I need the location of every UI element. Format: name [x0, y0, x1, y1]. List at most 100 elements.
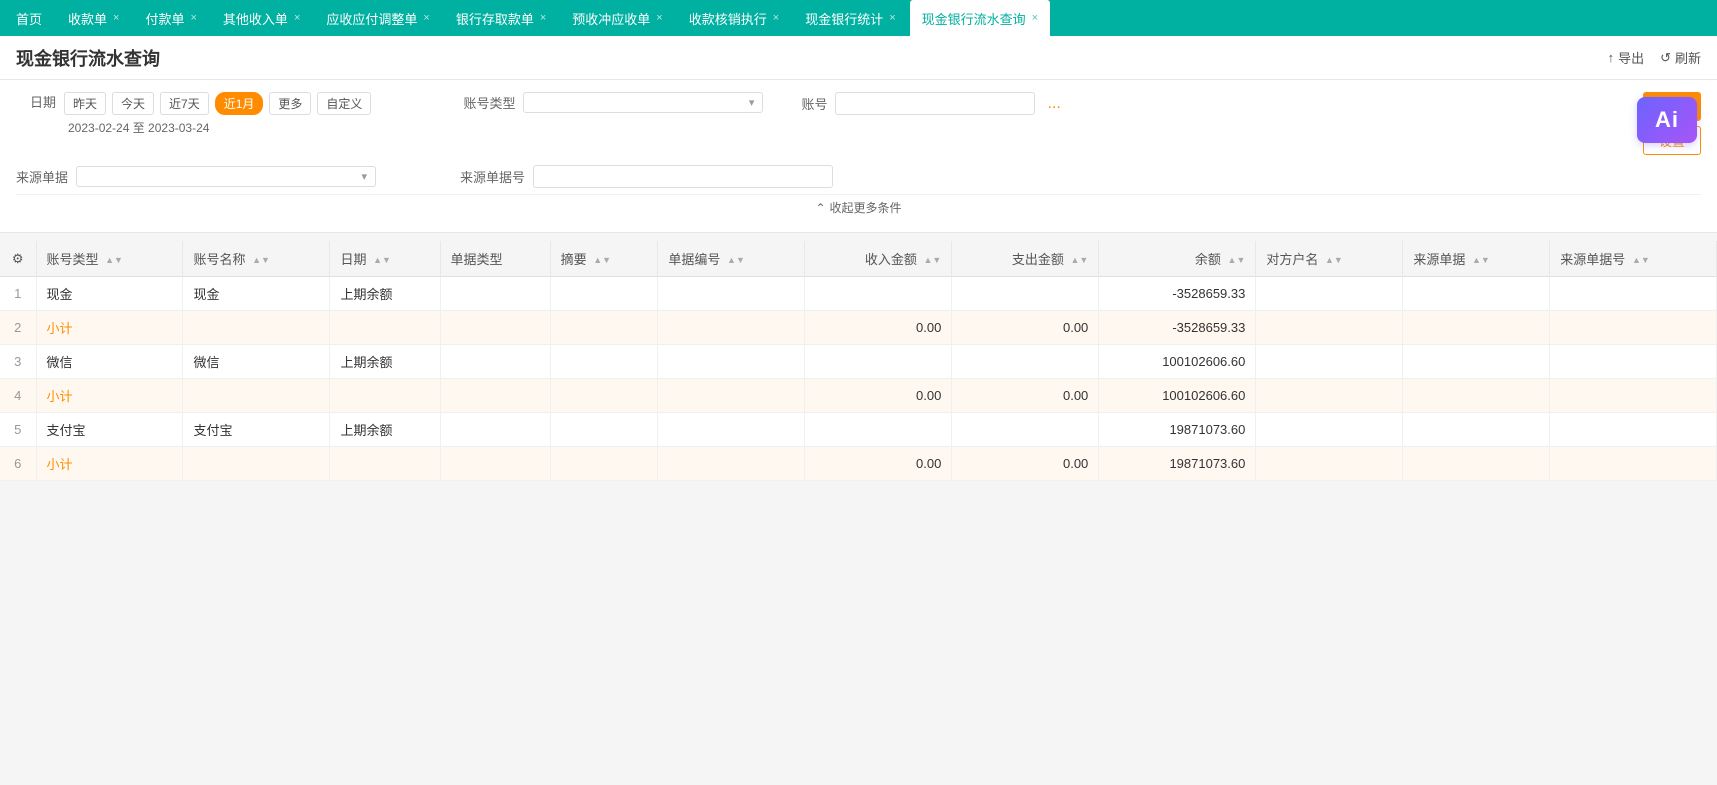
cell-source-doc-no — [1550, 345, 1717, 379]
source-doc-select[interactable]: ▾ — [76, 166, 376, 187]
cell-account-name: 微信 — [183, 345, 330, 379]
collapse-button[interactable]: ⌃ 收起更多条件 — [16, 194, 1701, 220]
date-label: 日期 — [16, 92, 56, 111]
cell-date: 上期余额 — [330, 277, 440, 311]
col-expense[interactable]: 支出金额 ▲▼ — [952, 241, 1099, 277]
cell-balance: 19871073.60 — [1099, 413, 1256, 447]
row-number: 6 — [0, 447, 36, 481]
col-account-type[interactable]: 账号类型 ▲▼ — [36, 241, 183, 277]
sort-icon: ▲▼ — [1325, 256, 1343, 265]
account-label: 账号 — [787, 94, 827, 113]
close-icon[interactable]: × — [1032, 12, 1038, 24]
cell-expense — [952, 345, 1099, 379]
date-btn-custom[interactable]: 自定义 — [317, 92, 371, 115]
date-btn-yesterday[interactable]: 昨天 — [64, 92, 106, 115]
nav-tab-8[interactable]: 现金银行流水查询 × — [910, 0, 1050, 36]
close-icon[interactable]: × — [656, 12, 662, 24]
close-icon[interactable]: × — [113, 12, 119, 24]
nav-tab-7[interactable]: 现金银行统计 × — [793, 0, 907, 36]
cell-summary — [550, 345, 658, 379]
cell-source-doc-no — [1550, 413, 1717, 447]
table-row: 5支付宝支付宝上期余额19871073.60 — [0, 413, 1717, 447]
nav-tab-5[interactable]: 预收冲应收单 × — [560, 0, 674, 36]
cell-summary — [550, 311, 658, 345]
close-icon[interactable]: × — [540, 12, 546, 24]
cell-doc-type — [440, 277, 550, 311]
cell-counterpart — [1256, 311, 1403, 345]
source-doc-no-label: 来源单据号 — [460, 167, 525, 186]
col-source-doc-no[interactable]: 来源单据号 ▲▼ — [1550, 241, 1717, 277]
account-type-select[interactable]: ▾ — [523, 92, 763, 113]
sort-icon: ▲▼ — [373, 256, 391, 265]
cell-balance: 100102606.60 — [1099, 345, 1256, 379]
cell-income — [805, 345, 952, 379]
nav-tab-3[interactable]: 应收应付调整单 × — [314, 0, 441, 36]
cell-income: 0.00 — [805, 379, 952, 413]
col-account-name[interactable]: 账号名称 ▲▼ — [183, 241, 330, 277]
cell-doc-no — [658, 413, 805, 447]
cell-source-doc-no — [1550, 447, 1717, 481]
cell-income: 0.00 — [805, 311, 952, 345]
col-doc-no[interactable]: 单据编号 ▲▼ — [658, 241, 805, 277]
cell-summary — [550, 277, 658, 311]
cell-summary — [550, 413, 658, 447]
cell-doc-type — [440, 379, 550, 413]
row-number: 5 — [0, 413, 36, 447]
col-income[interactable]: 收入金额 ▲▼ — [805, 241, 952, 277]
col-date[interactable]: 日期 ▲▼ — [330, 241, 440, 277]
date-btn-today[interactable]: 今天 — [112, 92, 154, 115]
gear-icon[interactable]: ⚙ — [12, 251, 24, 266]
sort-icon: ▲▼ — [252, 256, 270, 265]
close-icon[interactable]: × — [190, 12, 196, 24]
nav-tab-2[interactable]: 其他收入单 × — [211, 0, 312, 36]
nav-tab-1[interactable]: 付款单 × — [133, 0, 208, 36]
close-icon[interactable]: × — [423, 12, 429, 24]
cell-account-name — [183, 311, 330, 345]
cell-account-type: 小计 — [36, 379, 183, 413]
filter-area: 日期 昨天 今天 近7天 近1月 更多 自定义 2023-02-24 至 202… — [0, 80, 1717, 233]
account-input[interactable] — [835, 92, 1035, 115]
date-btn-1month[interactable]: 近1月 — [215, 92, 264, 115]
sort-icon: ▲▼ — [924, 256, 942, 265]
col-doc-type[interactable]: 单据类型 — [440, 241, 550, 277]
table-row: 3微信微信上期余额100102606.60 — [0, 345, 1717, 379]
date-btn-7days[interactable]: 近7天 — [160, 92, 209, 115]
sort-icon: ▲▼ — [1632, 256, 1650, 265]
cell-balance: -3528659.33 — [1099, 311, 1256, 345]
cell-doc-type — [440, 447, 550, 481]
col-source-doc[interactable]: 来源单据 ▲▼ — [1403, 241, 1550, 277]
cell-source-doc — [1403, 345, 1550, 379]
cell-balance: 19871073.60 — [1099, 447, 1256, 481]
source-doc-no-input[interactable] — [533, 165, 833, 188]
col-summary[interactable]: 摘要 ▲▼ — [550, 241, 658, 277]
nav-tab-6[interactable]: 收款核销执行 × — [677, 0, 791, 36]
date-btn-more[interactable]: 更多 — [269, 92, 311, 115]
dots-button[interactable]: ... — [1043, 95, 1064, 113]
col-gear[interactable]: ⚙ — [0, 241, 36, 277]
table-row: 1现金现金上期余额-3528659.33 — [0, 277, 1717, 311]
nav-home[interactable]: 首页 — [4, 5, 54, 32]
col-balance[interactable]: 余额 ▲▼ — [1099, 241, 1256, 277]
col-counterpart[interactable]: 对方户名 ▲▼ — [1256, 241, 1403, 277]
cell-source-doc — [1403, 447, 1550, 481]
cell-expense: 0.00 — [952, 447, 1099, 481]
sort-icon: ▲▼ — [105, 256, 123, 265]
cell-income — [805, 277, 952, 311]
close-icon[interactable]: × — [889, 12, 895, 24]
cell-account-name: 支付宝 — [183, 413, 330, 447]
cell-counterpart — [1256, 447, 1403, 481]
table-row: 6小计0.000.0019871073.60 — [0, 447, 1717, 481]
page-header: 现金银行流水查询 ↑ 导出 ↺ 刷新 — [0, 36, 1717, 80]
close-icon[interactable]: × — [294, 12, 300, 24]
page-title: 现金银行流水查询 — [16, 45, 160, 71]
ai-badge[interactable]: Ai — [1637, 97, 1697, 143]
refresh-icon: ↺ — [1660, 50, 1671, 66]
export-button[interactable]: ↑ 导出 — [1608, 48, 1645, 67]
cell-date — [330, 447, 440, 481]
sort-icon: ▲▼ — [727, 256, 745, 265]
nav-tab-0[interactable]: 收款单 × — [56, 0, 131, 36]
nav-tab-4[interactable]: 银行存取款单 × — [444, 0, 558, 36]
close-icon[interactable]: × — [773, 12, 779, 24]
refresh-button[interactable]: ↺ 刷新 — [1660, 48, 1701, 67]
cell-doc-no — [658, 277, 805, 311]
